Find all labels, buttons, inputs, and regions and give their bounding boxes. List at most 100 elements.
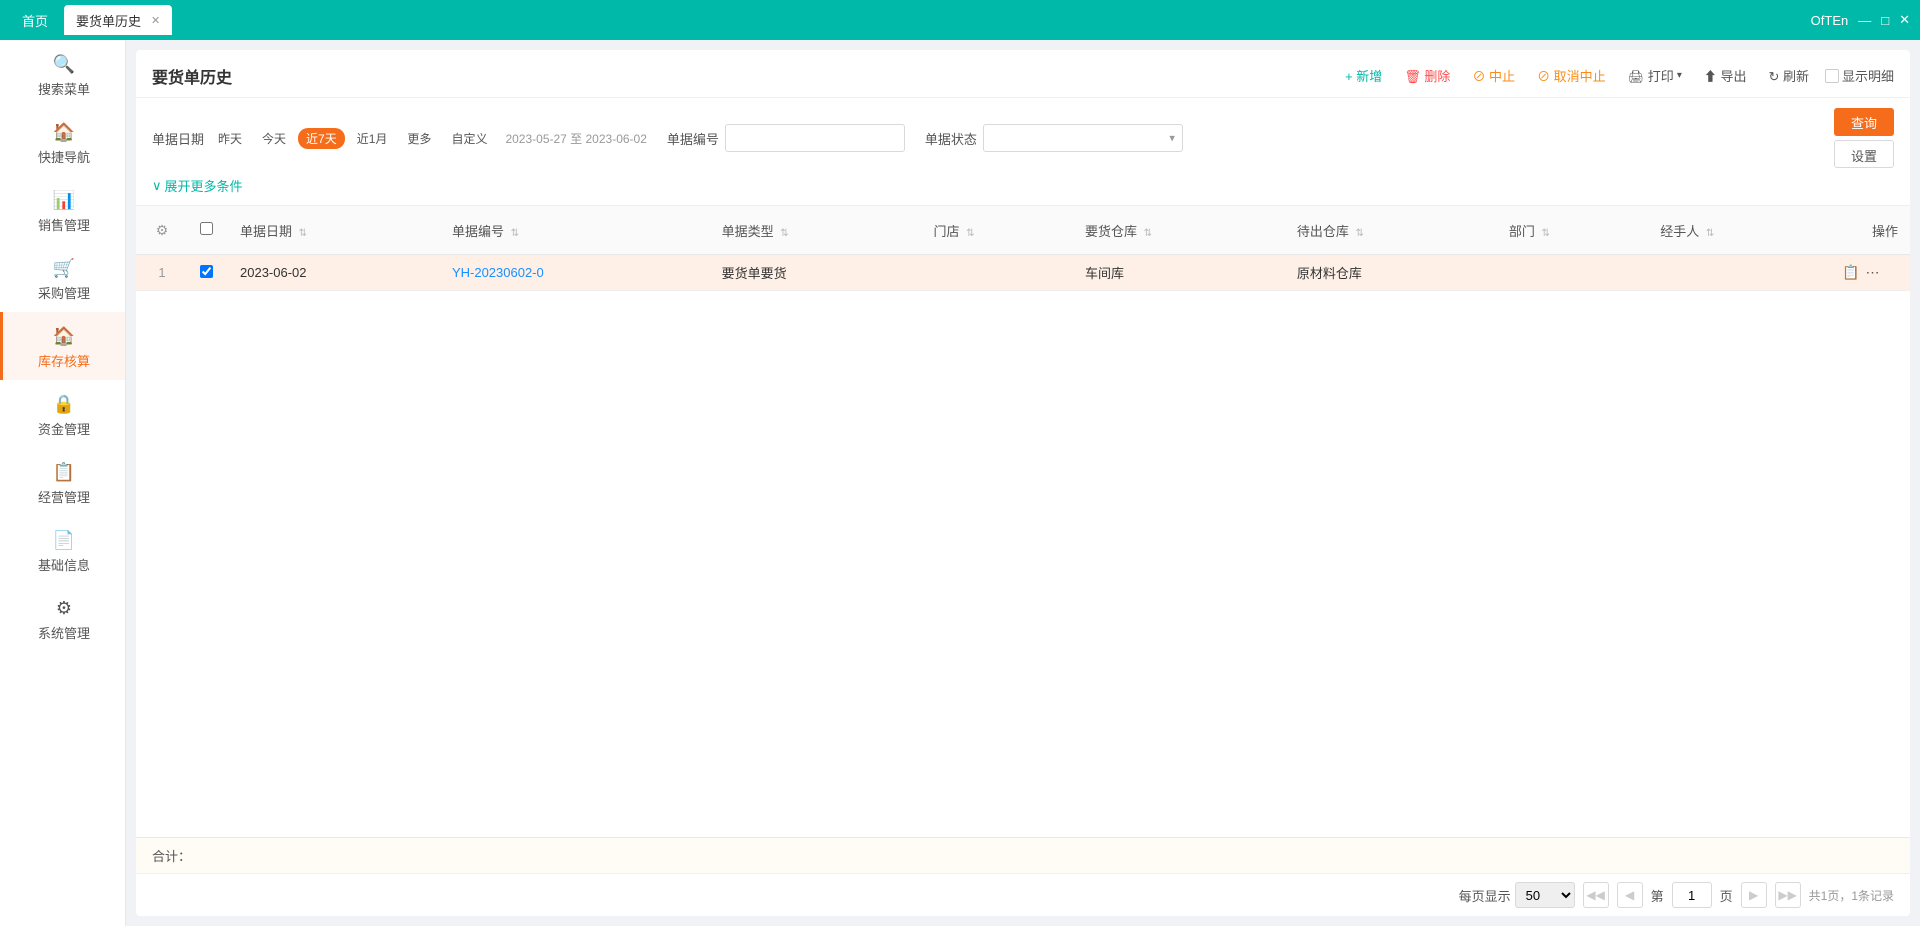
print-label: 🖨 打印 bbox=[1628, 66, 1674, 85]
tab-requisition-label: 要货单历史 bbox=[76, 11, 141, 30]
table-header: ⚙ 单据日期 ⇅ 单据编号 ⇅ bbox=[136, 206, 1910, 255]
sort-out-wh-icon: ⇅ bbox=[1356, 228, 1364, 239]
top-bar: 首页 要货单历史 ✕ OfTEn — □ ✕ bbox=[0, 0, 1920, 40]
pagination-bar: 每页显示 50 20 100 ◀◀ ◀ 第 页 ▶ ▶▶ 共1页，1条记录 bbox=[136, 873, 1910, 916]
new-button[interactable]: + 新增 bbox=[1339, 62, 1388, 89]
row-department bbox=[1497, 255, 1648, 291]
date-btn-custom[interactable]: 自定义 bbox=[443, 128, 495, 149]
search-icon: 🔍 bbox=[53, 54, 75, 75]
filter-status: 单据状态 bbox=[925, 124, 1183, 152]
row-index: 1 bbox=[136, 255, 188, 291]
export-button[interactable]: ⬆ 导出 bbox=[1698, 62, 1753, 89]
th-out-warehouse: 待出仓库 ⇅ bbox=[1285, 206, 1497, 255]
page-number-input[interactable] bbox=[1672, 882, 1712, 908]
row-edit-icon[interactable]: 📋 bbox=[1842, 264, 1859, 281]
sidebar-label-quicknav: 快捷导航 bbox=[38, 147, 90, 166]
stop-button[interactable]: ⊘ 中止 bbox=[1466, 62, 1521, 89]
sidebar-item-operation[interactable]: 📋 经营管理 bbox=[0, 448, 125, 516]
cancel-stop-button[interactable]: ⊘ 取消中止 bbox=[1531, 62, 1612, 89]
doc-no-link[interactable]: YH-20230602-0 bbox=[452, 265, 544, 280]
per-page-select[interactable]: 50 20 100 bbox=[1515, 882, 1575, 908]
filter-settings-button[interactable]: 设置 bbox=[1834, 140, 1894, 168]
next-page-btn[interactable]: ▶ bbox=[1741, 882, 1767, 908]
stop-label: ⊘ 中止 bbox=[1472, 66, 1515, 85]
date-range-display: 2023-05-27 至 2023-06-02 bbox=[505, 130, 646, 147]
delete-button[interactable]: 🗑 删除 bbox=[1398, 62, 1456, 89]
main-layout: 🔍 搜索菜单 🏠 快捷导航 📊 销售管理 🛒 采购管理 🏠 库存核算 🔒 资金管… bbox=[0, 40, 1920, 926]
window-close-icon[interactable]: ✕ bbox=[1899, 12, 1910, 28]
status-label: 单据状态 bbox=[925, 129, 977, 148]
date-btn-yesterday[interactable]: 昨天 bbox=[210, 128, 250, 149]
last-page-btn[interactable]: ▶▶ bbox=[1775, 882, 1801, 908]
tab-close-icon[interactable]: ✕ bbox=[151, 14, 160, 27]
expand-more-btn[interactable]: ∨ 展开更多条件 bbox=[152, 176, 1894, 195]
page-card: 要货单历史 + 新增 🗑 删除 ⊘ 中止 ⊘ 取消中止 🖨 bbox=[136, 50, 1910, 916]
sort-req-wh-icon: ⇅ bbox=[1144, 228, 1152, 239]
sidebar-label-sales: 销售管理 bbox=[38, 215, 90, 234]
sidebar-item-search-menu[interactable]: 🔍 搜索菜单 bbox=[0, 40, 125, 108]
minimize-icon[interactable]: — bbox=[1858, 13, 1871, 28]
sidebar-label-system: 系统管理 bbox=[38, 623, 90, 642]
prev-page-btn[interactable]: ◀ bbox=[1617, 882, 1643, 908]
print-dropdown-icon: ▾ bbox=[1677, 70, 1682, 81]
sidebar-item-inventory[interactable]: 🏠 库存核算 bbox=[0, 312, 125, 380]
sidebar-item-system[interactable]: ⚙ 系统管理 bbox=[0, 584, 125, 652]
row-doc-no: YH-20230602-0 bbox=[440, 255, 710, 291]
show-detail-toggle[interactable]: 显示明细 bbox=[1825, 66, 1894, 85]
refresh-button[interactable]: ↻ 刷新 bbox=[1762, 62, 1815, 89]
new-label: + 新增 bbox=[1345, 66, 1382, 85]
filter-date: 单据日期 昨天 今天 近7天 近1月 更多 自定义 2023-05-27 至 2… bbox=[152, 128, 647, 149]
sidebar-item-quick-nav[interactable]: 🏠 快捷导航 bbox=[0, 108, 125, 176]
row-req-warehouse: 车间库 bbox=[1073, 255, 1285, 291]
row-action-buttons: 📋 ⋯ bbox=[1842, 264, 1898, 281]
date-btn-last1month[interactable]: 近1月 bbox=[349, 128, 396, 149]
chart-icon: 📊 bbox=[53, 190, 75, 211]
sidebar-item-sales[interactable]: 📊 销售管理 bbox=[0, 176, 125, 244]
th-handler: 经手人 ⇅ bbox=[1648, 206, 1830, 255]
table-body: 1 2023-06-02 YH-20230602-0 要货单要货 车间库 bbox=[136, 255, 1910, 291]
sidebar-item-basic-info[interactable]: 📄 基础信息 bbox=[0, 516, 125, 584]
tab-home[interactable]: 首页 bbox=[10, 5, 60, 35]
page-suffix: 页 bbox=[1720, 886, 1733, 905]
sidebar-label-search: 搜索菜单 bbox=[38, 79, 90, 98]
maximize-icon[interactable]: □ bbox=[1881, 13, 1889, 28]
table-container[interactable]: ⚙ 单据日期 ⇅ 单据编号 ⇅ bbox=[136, 206, 1910, 837]
page-label: 第 bbox=[1651, 886, 1664, 905]
sidebar-label-basicinfo: 基础信息 bbox=[38, 555, 90, 574]
date-btn-today[interactable]: 今天 bbox=[254, 128, 294, 149]
doc-no-input[interactable] bbox=[725, 124, 905, 152]
show-detail-label: 显示明细 bbox=[1842, 66, 1894, 85]
inventory-icon: 🏠 bbox=[53, 326, 75, 347]
cancel-label: ⊘ 取消中止 bbox=[1537, 66, 1606, 85]
first-page-btn[interactable]: ◀◀ bbox=[1583, 882, 1609, 908]
sidebar-label-fund: 资金管理 bbox=[38, 419, 90, 438]
status-select[interactable] bbox=[983, 124, 1183, 152]
delete-label: 🗑 删除 bbox=[1404, 66, 1450, 85]
row-checkbox[interactable] bbox=[200, 265, 213, 278]
select-all-checkbox[interactable] bbox=[200, 222, 213, 235]
print-button[interactable]: 🖨 打印 ▾ bbox=[1622, 62, 1688, 89]
query-button[interactable]: 查询 bbox=[1834, 108, 1894, 136]
tab-requisition-history[interactable]: 要货单历史 ✕ bbox=[64, 5, 172, 35]
column-settings-btn[interactable]: ⚙ bbox=[148, 216, 176, 244]
sidebar-item-fund[interactable]: 🔒 资金管理 bbox=[0, 380, 125, 448]
page-header: 要货单历史 + 新增 🗑 删除 ⊘ 中止 ⊘ 取消中止 🖨 bbox=[136, 50, 1910, 98]
per-page-label: 每页显示 bbox=[1459, 886, 1511, 905]
filter-action-buttons: 查询 设置 bbox=[1834, 108, 1894, 168]
filter-doc-no: 单据编号 bbox=[667, 124, 905, 152]
export-label: ⬆ 导出 bbox=[1704, 66, 1747, 85]
row-actions-cell: 📋 ⋯ bbox=[1830, 255, 1910, 291]
toolbar: + 新增 🗑 删除 ⊘ 中止 ⊘ 取消中止 🖨 打印 ▾ bbox=[1339, 62, 1894, 89]
content-area: 要货单历史 + 新增 🗑 删除 ⊘ 中止 ⊘ 取消中止 🖨 bbox=[126, 40, 1920, 926]
th-doc-date: 单据日期 ⇅ bbox=[228, 206, 440, 255]
tab-home-label: 首页 bbox=[22, 11, 48, 30]
th-doc-type: 单据类型 ⇅ bbox=[710, 206, 922, 255]
sort-store-icon: ⇅ bbox=[966, 228, 974, 239]
date-btn-last7[interactable]: 近7天 bbox=[298, 128, 345, 149]
sidebar-item-purchase[interactable]: 🛒 采购管理 bbox=[0, 244, 125, 312]
per-page-control: 每页显示 50 20 100 bbox=[1459, 882, 1575, 908]
expand-label: 展开更多条件 bbox=[165, 176, 243, 195]
filter-row-1: 单据日期 昨天 今天 近7天 近1月 更多 自定义 2023-05-27 至 2… bbox=[152, 108, 1894, 168]
date-btn-more[interactable]: 更多 bbox=[399, 128, 439, 149]
row-more-icon[interactable]: ⋯ bbox=[1865, 264, 1879, 281]
